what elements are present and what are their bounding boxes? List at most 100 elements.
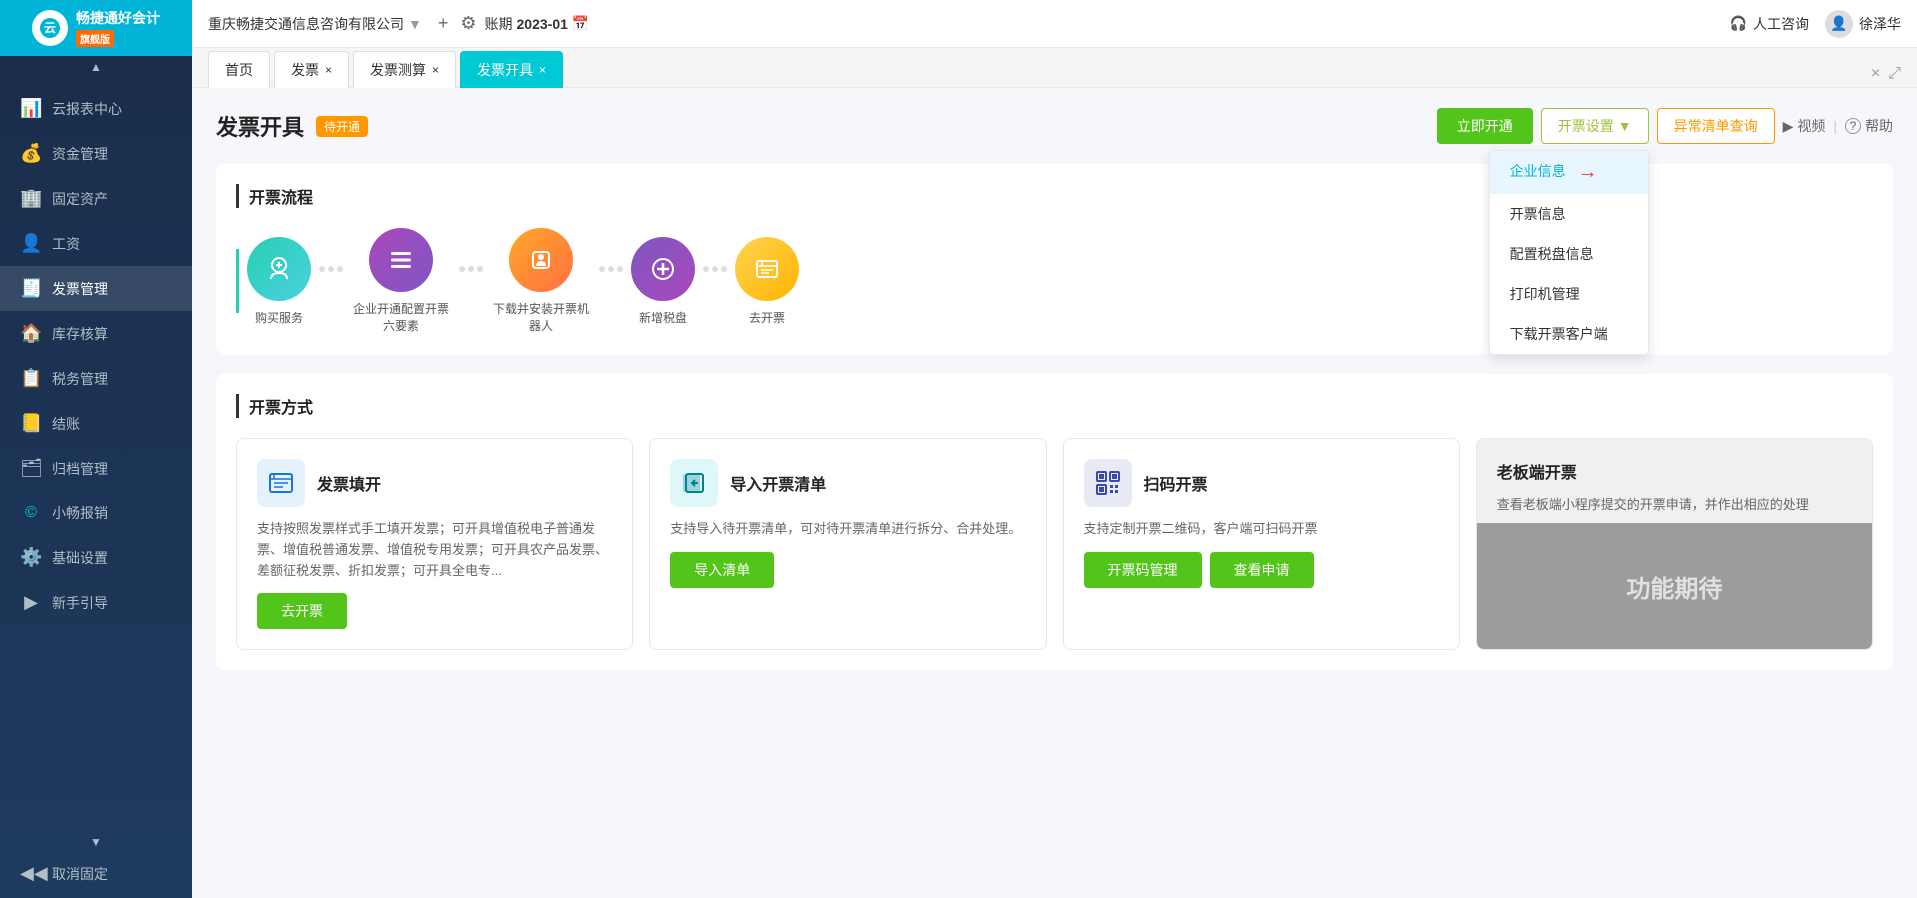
tab-calculator[interactable]: 发票测算 × [353,51,456,88]
user-name: 徐泽华 [1859,14,1901,34]
settings-dropdown-container: 开票设置 ▼ 企业信息 → 开票信息 配置税盘信息 [1541,108,1649,144]
flow-step-3: 下载并安装开票机器人 [491,228,591,334]
header-right: 🎧 人工咨询 👤 徐泽华 [1730,10,1901,38]
company-dropdown-icon[interactable]: ▼ [408,16,422,32]
flow-label-1: 购买服务 [255,309,303,326]
methods-grid: 发票填开 支持按照发票样式手工填开发票；可开具增值税电子普通发票、增值税普通发票… [236,438,1873,650]
sidebar-logo: 云 畅捷通好会计 旗舰版 [0,0,192,56]
fill-icon [257,459,305,507]
tab-calculator-label: 发票测算 [370,60,426,80]
support-link[interactable]: 🎧 人工咨询 [1730,14,1809,34]
page-title-group: 发票开具 待开通 [216,110,368,142]
sidebar-item-settings[interactable]: ⚙️ 基础设置 [0,535,192,580]
sidebar-item-label: 结账 [52,414,80,434]
method-header-boss: 老板端开票 [1497,459,1852,483]
import-btn[interactable]: 导入清单 [670,552,774,588]
page-title: 发票开具 [216,110,304,142]
header-actions: + ⚙ [438,13,477,34]
exception-list-button[interactable]: 异常清单查询 [1657,108,1775,144]
expense-icon: © [20,504,42,522]
help-button[interactable]: ? 帮助 [1845,116,1893,136]
sidebar-item-label: 固定资产 [52,189,108,209]
flow-icon-1 [247,237,311,301]
dropdown-item-tax-disk[interactable]: 配置税盘信息 [1490,234,1648,274]
video-button[interactable]: ▶ 视频 [1783,116,1826,136]
flow-dots-2 [459,266,483,296]
scan-btn-1[interactable]: 开票码管理 [1084,552,1202,588]
settings-gear-icon[interactable]: ⚙ [460,13,476,34]
sidebar-item-expense[interactable]: © 小畅报销 [0,491,192,535]
sidebar-item-label: 新手引导 [52,593,108,613]
flow-step-4: 新增税盘 [631,237,695,326]
tabs-bar: 首页 发票 × 发票测算 × 发票开具 × × ⤢ [192,48,1917,88]
user-profile[interactable]: 👤 徐泽华 [1825,10,1901,38]
tab-invoice-close[interactable]: × [325,63,332,77]
sidebar-item-archive[interactable]: 🗂 归档管理 [0,446,192,491]
sidebar-item-label: 发票管理 [52,279,108,299]
page-title-bar: 发票开具 待开通 立即开通 开票设置 ▼ 企业信息 → [216,108,1893,144]
sidebar-item-assets[interactable]: 🏢 固定资产 [0,176,192,221]
support-text: 人工咨询 [1753,14,1809,34]
sidebar-item-invoice[interactable]: 🧾 发票管理 [0,266,192,311]
sidebar-item-tax[interactable]: 📋 税务管理 [0,356,192,401]
dropdown-label: 下载开票客户端 [1510,326,1608,342]
dropdown-item-printer[interactable]: 打印机管理 [1490,274,1648,314]
main-area: 重庆畅捷交通信息咨询有限公司 ▼ + ⚙ 账期 2023-01 📅 🎧 人工咨询… [192,0,1917,898]
method-header-scan: 扫码开票 [1084,459,1439,507]
red-arrow-icon: → [1577,161,1597,184]
tab-invoice[interactable]: 发票 × [274,51,349,88]
dropdown-item-invoice-info[interactable]: 开票信息 [1490,194,1648,234]
method-header-import: 导入开票清单 [670,459,1025,507]
sidebar-item-label: 小畅报销 [52,503,108,523]
tab-home[interactable]: 首页 [208,51,270,88]
scan-icon [1084,459,1132,507]
svg-text:云: 云 [44,21,56,35]
logo-badge: 旗舰版 [76,30,114,47]
flow-icon-3 [509,228,573,292]
sidebar-item-settlement[interactable]: 📒 结账 [0,401,192,446]
activate-button[interactable]: 立即开通 [1437,108,1533,144]
sidebar: 云 畅捷通好会计 旗舰版 ▲ 📊 云报表中心 💰 资金管理 🏢 固定资产 👤 工… [0,0,192,898]
scroll-up-arrow[interactable]: ▲ [0,56,192,78]
period-calendar-icon[interactable]: 📅 [572,15,589,32]
fill-desc: 支持按照发票样式手工填开发票；可开具增值税电子普通发票、增值税普通发票、增值税专… [257,519,612,581]
sidebar-item-funds[interactable]: 💰 资金管理 [0,131,192,176]
sidebar-item-payroll[interactable]: 👤 工资 [0,221,192,266]
methods-section-title: 开票方式 [236,394,1873,418]
overlay-text: 功能期待 [1626,569,1722,604]
tabs-right-actions: × ⤢ [1871,65,1901,87]
settings-dropdown-menu: 企业信息 → 开票信息 配置税盘信息 打印机管理 下 [1489,150,1649,355]
sidebar-item-label: 取消固定 [52,864,108,884]
dropdown-item-download-client[interactable]: 下载开票客户端 [1490,314,1648,354]
title-actions: 立即开通 开票设置 ▼ 企业信息 → 开票信息 [1437,108,1893,144]
video-label: 视频 [1797,116,1825,136]
tab-invoice-label: 发票 [291,60,319,80]
header-bar: 重庆畅捷交通信息咨询有限公司 ▼ + ⚙ 账期 2023-01 📅 🎧 人工咨询… [192,0,1917,48]
tab-close-all-icon[interactable]: × [1871,65,1880,83]
sidebar-item-unpin[interactable]: ◀◀ 取消固定 [0,853,192,894]
tab-invoice-issue[interactable]: 发票开具 × [460,51,563,88]
fill-btn[interactable]: 去开票 [257,593,347,629]
scan-btn-2[interactable]: 查看申请 [1210,552,1314,588]
flow-dots-3 [599,266,623,296]
dropdown-item-company-info[interactable]: 企业信息 → [1490,151,1648,194]
sidebar-item-label: 税务管理 [52,369,108,389]
company-selector[interactable]: 重庆畅捷交通信息咨询有限公司 ▼ [208,14,422,34]
method-card-boss: 老板端开票 查看老板端小程序提交的开票申请，并作出相应的处理 功能期待 [1476,438,1873,650]
status-badge: 待开通 [316,116,368,137]
tab-invoice-issue-close[interactable]: × [539,63,546,77]
question-icon: ? [1845,118,1861,134]
sidebar-item-label: 云报表中心 [52,99,122,119]
sidebar-item-inventory[interactable]: 🏠 库存核算 [0,311,192,356]
tab-expand-icon[interactable]: ⤢ [1888,65,1901,83]
import-icon [670,459,718,507]
flow-dots-1 [319,266,343,296]
sidebar-item-reports[interactable]: 📊 云报表中心 [0,86,192,131]
scroll-down-arrow[interactable]: ▼ [0,831,192,853]
tab-calculator-close[interactable]: × [432,63,439,77]
add-company-icon[interactable]: + [438,13,449,34]
settings-button[interactable]: 开票设置 ▼ [1541,108,1649,144]
sidebar-item-label: 归档管理 [52,459,108,479]
tax-icon: 📋 [20,368,42,389]
sidebar-item-guide[interactable]: ▶ 新手引导 [0,580,192,625]
